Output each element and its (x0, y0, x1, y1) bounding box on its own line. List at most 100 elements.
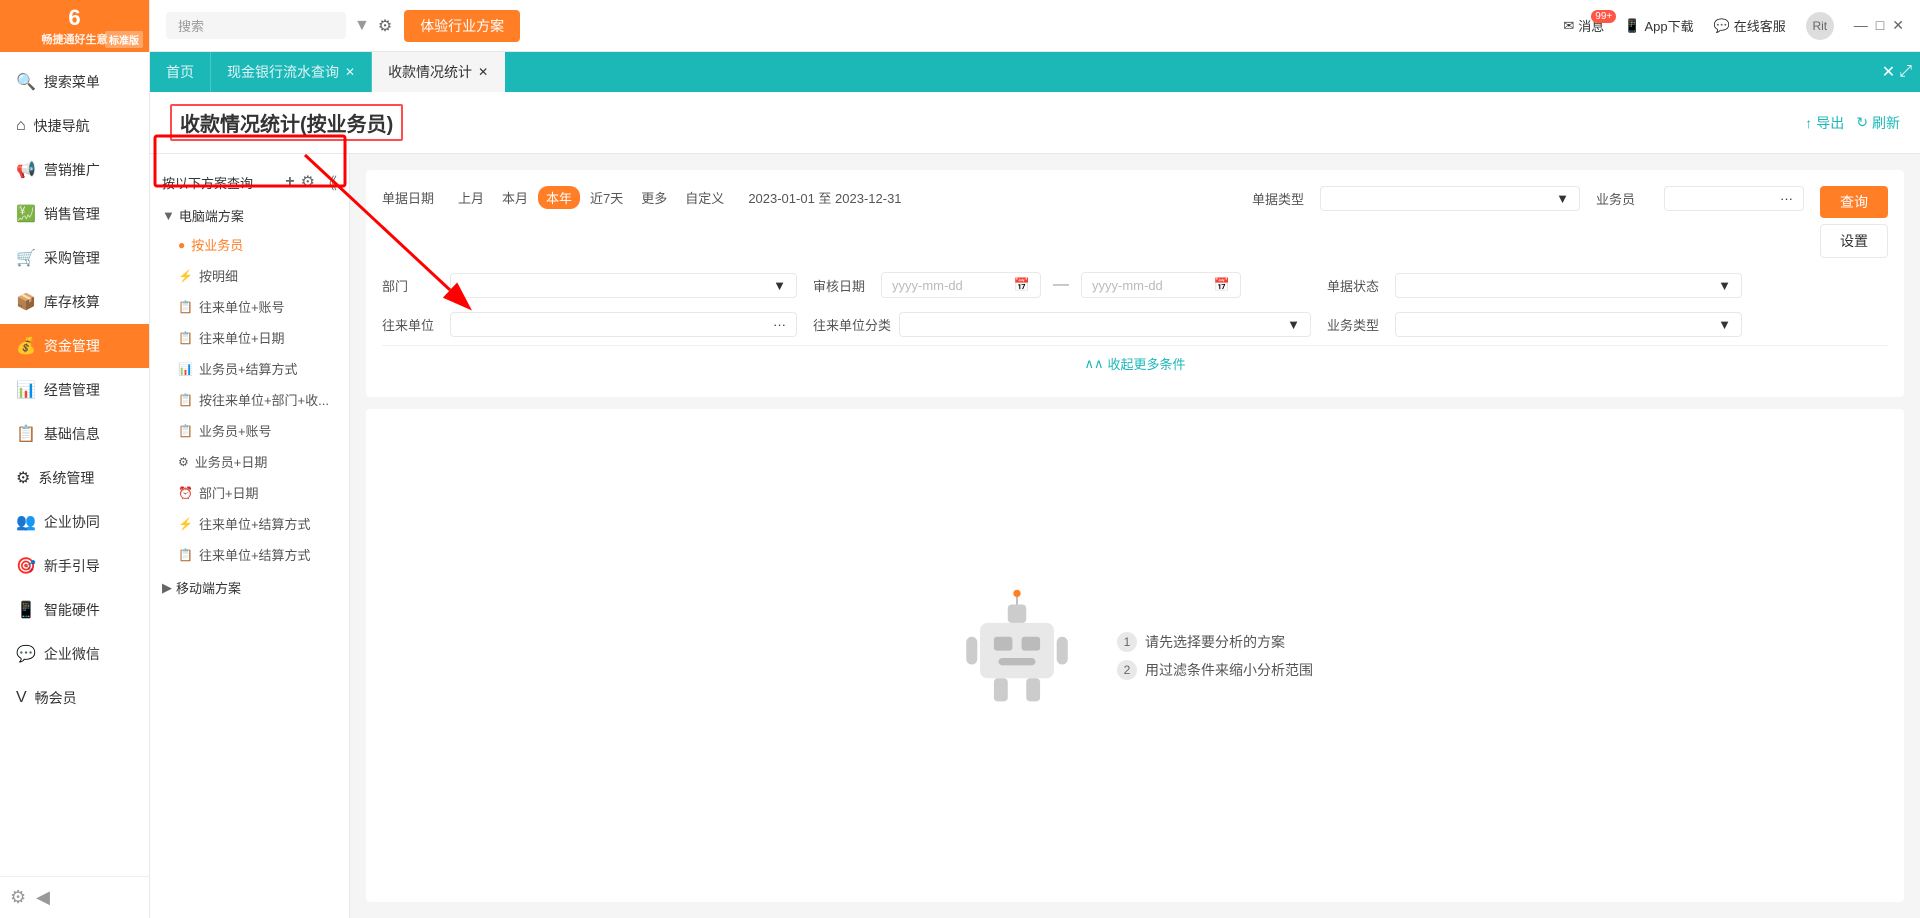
left-panel-collapse-icon[interactable]: 《 (321, 170, 337, 194)
date-tab-this-month[interactable]: 本月 (494, 186, 536, 209)
header-gear-icon[interactable]: ⚙ (378, 16, 392, 36)
operation-icon: 📊 (16, 380, 36, 400)
scheme-item-salesman[interactable]: ● 按业务员 (150, 229, 349, 260)
footer-settings-icon[interactable]: ⚙ (10, 887, 26, 908)
scheme-item-salesman-date[interactable]: ⚙ 业务员+日期 (150, 446, 349, 477)
sidebar-item-enterprise[interactable]: 👥 企业协同 (0, 500, 149, 544)
chevron-down-icon[interactable]: ▼ (354, 17, 370, 35)
left-panel-settings-icon[interactable]: ⚙ (301, 172, 315, 192)
counterpart-dropdown[interactable]: ··· (450, 312, 797, 337)
page-actions: ↑ 导出 ↻ 刷新 (1805, 113, 1900, 133)
tab-close-all-icon[interactable]: ✕ (1882, 62, 1895, 82)
tab-receivable-close-icon[interactable]: ✕ (478, 65, 488, 79)
query-button[interactable]: 查询 (1820, 186, 1888, 218)
export-button[interactable]: ↑ 导出 (1805, 113, 1844, 133)
tip-num-2: 2 (1117, 660, 1137, 680)
counterpart-category-dropdown[interactable]: ▼ (899, 312, 1311, 337)
sidebar-item-member[interactable]: V 畅会员 (0, 676, 149, 720)
search-box[interactable]: 搜索 (166, 12, 346, 39)
business-type-dropdown[interactable]: ▼ (1395, 312, 1742, 337)
calendar-icon[interactable]: 📅 (1014, 277, 1030, 293)
window-close-icon[interactable]: ✕ (1892, 17, 1904, 34)
scheme-item-unit-payment2[interactable]: 📋 往来单位+结算方式 (150, 539, 349, 570)
app-download-button[interactable]: 📱 App下载 (1624, 16, 1693, 35)
tab-fullscreen-icon[interactable]: ⤢ (1899, 63, 1912, 81)
date-tab-this-year[interactable]: 本年 (538, 186, 580, 209)
page-title: 收款情况统计(按业务员) (170, 104, 403, 141)
scheme-group-desktop-title[interactable]: ▼ 电脑端方案 (150, 202, 349, 229)
voucher-status-dropdown[interactable]: ▼ (1395, 273, 1742, 298)
scheme-item-unit-date[interactable]: 📋 往来单位+日期 (150, 322, 349, 353)
date-tab-7days[interactable]: 近7天 (582, 186, 631, 209)
online-service-button[interactable]: 💬 在线客服 (1714, 16, 1786, 35)
sales-icon: 💹 (16, 204, 36, 224)
dept-label: 部门 (382, 276, 442, 295)
sidebar-item-sales[interactable]: 💹 销售管理 (0, 192, 149, 236)
tab-home[interactable]: 首页 (150, 52, 211, 92)
sidebar-item-purchase[interactable]: 🛒 采购管理 (0, 236, 149, 280)
refresh-button[interactable]: ↻ 刷新 (1856, 113, 1900, 133)
tip-num-1: 1 (1117, 632, 1137, 652)
sidebar-label-basic: 基础信息 (44, 424, 100, 444)
scheme-group-mobile-title[interactable]: ▶ 移动端方案 (150, 574, 349, 601)
scheme-item-salesman-account[interactable]: 📋 业务员+账号 (150, 415, 349, 446)
date-tab-more[interactable]: 更多 (633, 186, 675, 209)
scheme-item-salesman-payment-label: 业务员+结算方式 (199, 359, 298, 378)
scheme-item-unit-account[interactable]: 📋 往来单位+账号 (150, 291, 349, 322)
sidebar-item-search[interactable]: 🔍 搜索菜单 (0, 60, 149, 104)
top-header: 搜索 ▼ ⚙ 体验行业方案 ✉ 消息 99+ 📱 App下载 💬 在线客服 Ri… (150, 0, 1920, 52)
window-maximize-icon[interactable]: □ (1876, 17, 1884, 34)
tab-bank-close-icon[interactable]: ✕ (345, 65, 355, 79)
tab-receivable[interactable]: 收款情况统计 ✕ (372, 52, 505, 92)
user-avatar[interactable]: Rit (1806, 12, 1834, 40)
scheme-item-unit-dept[interactable]: 📋 按往来单位+部门+收... (150, 384, 349, 415)
member-icon: V (16, 689, 27, 707)
app-name: 畅捷通好生意 (42, 31, 108, 47)
sidebar-item-operation[interactable]: 📊 经营管理 (0, 368, 149, 412)
collapse-bar[interactable]: ∧∧ 收起更多条件 (382, 345, 1888, 381)
page-content: 收款情况统计(按业务员) ↑ 导出 ↻ 刷新 按以下方案查询 + (150, 92, 1920, 918)
voucher-type-dropdown[interactable]: ▼ (1320, 186, 1580, 211)
home-icon: ⌂ (16, 117, 26, 135)
sidebar-item-wechat[interactable]: 💬 企业微信 (0, 632, 149, 676)
content-area: 按以下方案查询 + ⚙ 《 ▼ 电脑端方案 ● 按业务员 (150, 154, 1920, 918)
salesman-dropdown[interactable]: ··· (1664, 186, 1804, 211)
sidebar-menu: 🔍 搜索菜单 ⌂ 快捷导航 📢 营销推广 💹 销售管理 🛒 采购管理 📦 库存核… (0, 52, 149, 876)
date-label: 单据日期 (382, 188, 442, 207)
audit-date-to-input[interactable]: yyyy-mm-dd 📅 (1081, 272, 1241, 298)
sidebar-item-system[interactable]: ⚙ 系统管理 (0, 456, 149, 500)
sidebar-item-hardware[interactable]: 📱 智能硬件 (0, 588, 149, 632)
left-panel: 按以下方案查询 + ⚙ 《 ▼ 电脑端方案 ● 按业务员 (150, 154, 350, 918)
sidebar-item-quicknav[interactable]: ⌂ 快捷导航 (0, 104, 149, 148)
left-panel-add-icon[interactable]: + (285, 173, 294, 191)
audit-date-from-input[interactable]: yyyy-mm-dd 📅 (881, 272, 1041, 298)
sidebar-item-basic[interactable]: 📋 基础信息 (0, 412, 149, 456)
inventory-icon: 📦 (16, 292, 36, 312)
date-tab-last-month[interactable]: 上月 (450, 186, 492, 209)
scheme-item-unit-payment1[interactable]: ⚡ 往来单位+结算方式 (150, 508, 349, 539)
export-label: 导出 (1816, 113, 1844, 133)
date-tab-custom[interactable]: 自定义 (677, 186, 732, 209)
footer-collapse-icon[interactable]: ◀ (36, 887, 50, 908)
app-version: 标准版 (105, 31, 143, 48)
sidebar-item-inventory[interactable]: 📦 库存核算 (0, 280, 149, 324)
sidebar-item-marketing[interactable]: 📢 营销推广 (0, 148, 149, 192)
window-minimize-icon[interactable]: — (1854, 17, 1868, 34)
settings-button[interactable]: 设置 (1820, 224, 1888, 258)
trial-button[interactable]: 体验行业方案 (404, 10, 520, 42)
scheme-item-salesman-payment[interactable]: 📊 业务员+结算方式 (150, 353, 349, 384)
tab-bank[interactable]: 现金银行流水查询 ✕ (211, 52, 372, 92)
sidebar-label-member: 畅会员 (35, 688, 77, 708)
scheme-item-unit-account-label: 往来单位+账号 (199, 297, 285, 316)
dept-dropdown[interactable]: ▼ (450, 273, 797, 298)
counterpart-category-label: 往来单位分类 (813, 315, 891, 334)
counterpart-category-chevron-icon: ▼ (1287, 317, 1300, 332)
sidebar-item-capital[interactable]: 💰 资金管理 (0, 324, 149, 368)
scheme-item-detail[interactable]: ⚡ 按明细 (150, 260, 349, 291)
sidebar-item-guide[interactable]: 🎯 新手引导 (0, 544, 149, 588)
scheme-item-dept-date[interactable]: ⏰ 部门+日期 (150, 477, 349, 508)
calendar2-icon[interactable]: 📅 (1214, 277, 1230, 293)
wechat-icon: 💬 (16, 644, 36, 664)
messages-button[interactable]: ✉ 消息 99+ (1563, 16, 1604, 35)
page-header: 收款情况统计(按业务员) ↑ 导出 ↻ 刷新 (150, 92, 1920, 154)
